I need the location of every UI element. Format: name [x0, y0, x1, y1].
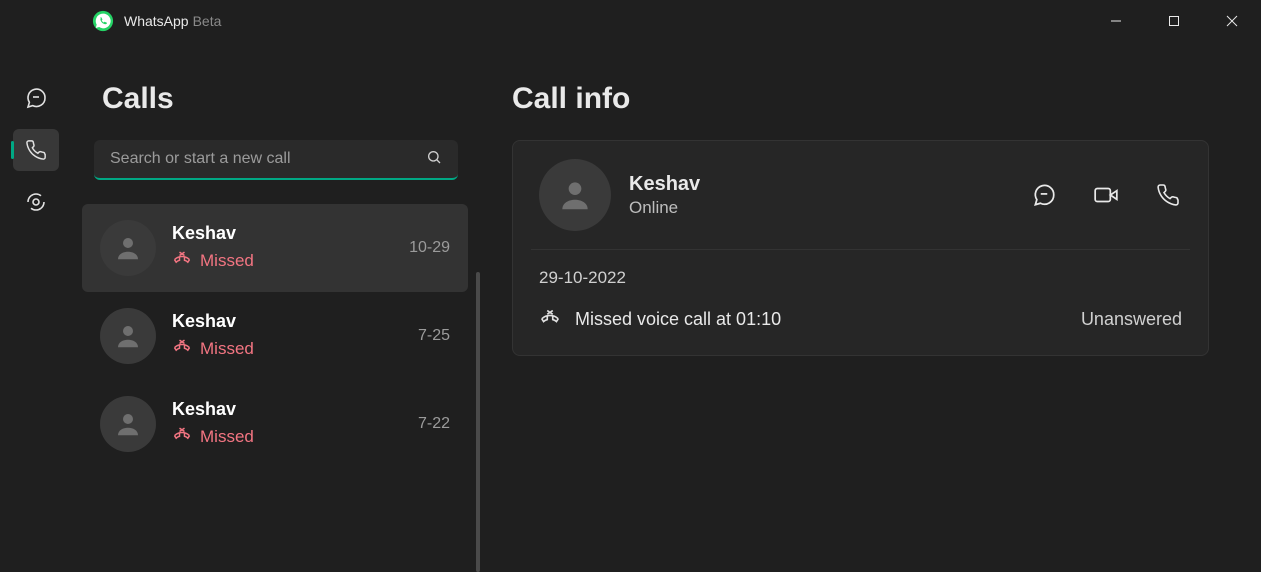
calls-panel: Calls Keshav	[72, 42, 480, 562]
message-button[interactable]	[1030, 181, 1058, 209]
app-tag: Beta	[193, 13, 222, 29]
call-row[interactable]: Keshav Missed 7-22	[82, 380, 468, 468]
call-status-label: Missed	[200, 339, 254, 359]
call-status-label: Missed	[200, 427, 254, 447]
title-bar: WhatsApp Beta	[0, 0, 1261, 42]
call-event-text: Missed voice call at 01:10	[575, 309, 1067, 330]
contact-row: Keshav Online	[513, 141, 1208, 249]
call-info-card: Keshav Online 29-10-2022	[512, 140, 1209, 356]
call-date: 29-10-2022	[513, 250, 1208, 298]
avatar	[539, 159, 611, 231]
avatar	[100, 220, 156, 276]
missed-call-icon	[172, 424, 192, 449]
call-info-title: Call info	[512, 42, 1261, 140]
maximize-button[interactable]	[1145, 0, 1203, 42]
call-status-label: Missed	[200, 251, 254, 271]
call-event-status: Unanswered	[1081, 309, 1182, 330]
search-icon	[426, 149, 442, 170]
call-row[interactable]: Keshav Missed 7-25	[82, 292, 468, 380]
nav-rail	[0, 42, 72, 562]
call-row[interactable]: Keshav Missed 10-29	[82, 204, 468, 292]
call-event-row: Missed voice call at 01:10 Unanswered	[513, 298, 1208, 355]
call-time: 10-29	[409, 239, 450, 257]
app-name: WhatsApp	[124, 13, 189, 29]
missed-call-icon	[172, 248, 192, 273]
contact-name: Keshav	[629, 173, 1012, 196]
missed-call-icon	[172, 336, 192, 361]
calls-title: Calls	[72, 42, 480, 140]
call-list: Keshav Missed 10-29 Keshav	[72, 204, 480, 562]
call-time: 7-25	[418, 327, 450, 345]
voice-call-button[interactable]	[1154, 181, 1182, 209]
video-call-button[interactable]	[1092, 181, 1120, 209]
close-button[interactable]	[1203, 0, 1261, 42]
contact-presence: Online	[629, 198, 1012, 218]
window-controls	[1087, 0, 1261, 42]
call-name: Keshav	[172, 399, 402, 420]
avatar	[100, 396, 156, 452]
nav-status[interactable]	[13, 181, 59, 223]
search-input[interactable]	[110, 150, 426, 168]
call-name: Keshav	[172, 311, 402, 332]
scrollbar[interactable]	[476, 272, 480, 572]
call-info-panel: Call info Keshav Online	[480, 42, 1261, 562]
search-box[interactable]	[94, 140, 458, 180]
avatar	[100, 308, 156, 364]
call-name: Keshav	[172, 223, 393, 244]
call-time: 7-22	[418, 415, 450, 433]
missed-call-icon	[539, 306, 561, 333]
nav-chats[interactable]	[13, 77, 59, 119]
nav-calls[interactable]	[13, 129, 59, 171]
whatsapp-logo-icon	[92, 10, 114, 32]
minimize-button[interactable]	[1087, 0, 1145, 42]
